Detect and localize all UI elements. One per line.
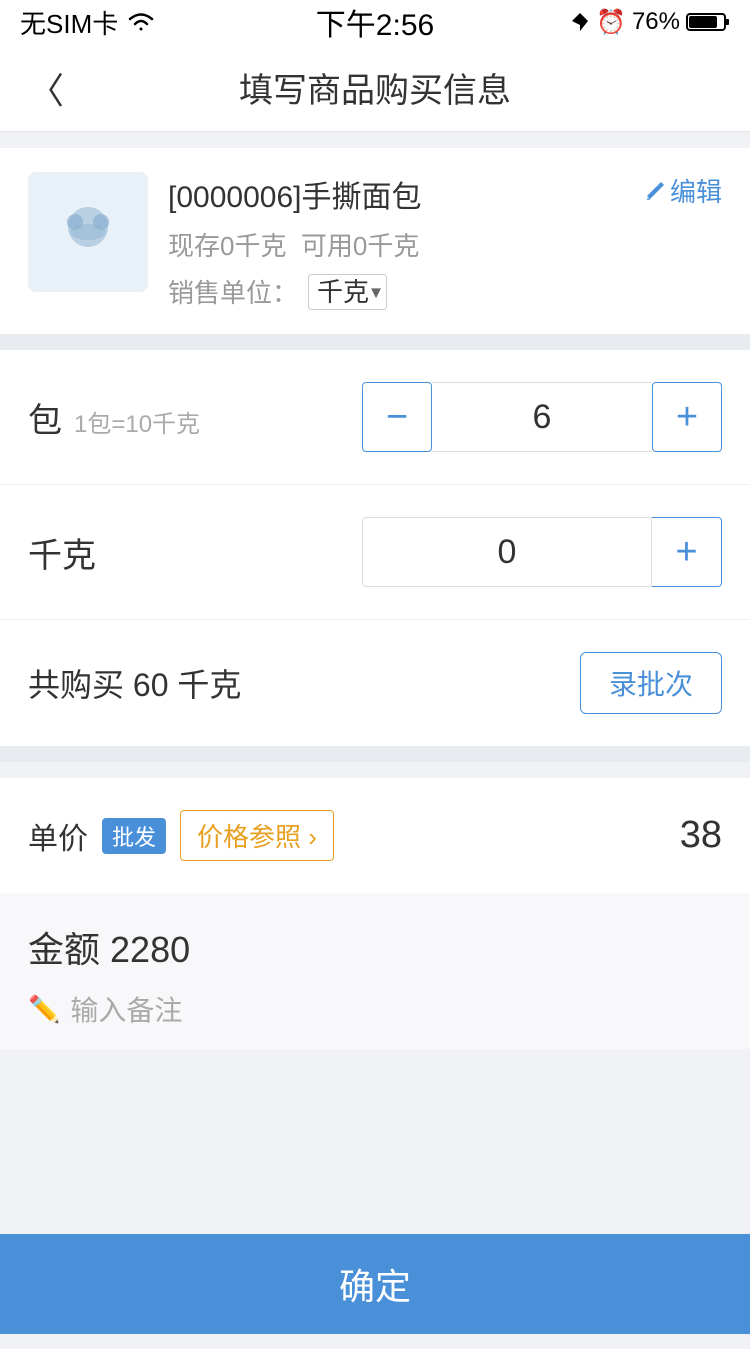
- kg-qty-input[interactable]: [362, 517, 652, 587]
- product-unit-row: 销售单位： 千克 包: [168, 273, 722, 310]
- status-time: 下午2:56: [316, 0, 434, 44]
- price-section: 单价 批发 价格参照 › 38: [0, 778, 750, 893]
- package-qty-input[interactable]: [432, 382, 652, 452]
- note-row[interactable]: ✏️ 输入备注: [28, 989, 722, 1029]
- product-stock: 现存0千克 可用0千克: [168, 226, 722, 263]
- amount-section: 金额 2280 ✏️ 输入备注: [0, 893, 750, 1049]
- kg-qty-controls: +: [362, 517, 722, 587]
- battery-icon: [686, 11, 730, 33]
- divider-1: [0, 334, 750, 350]
- package-qty-controls: − +: [362, 382, 722, 452]
- product-thumbnail: [28, 172, 148, 292]
- price-value: 38: [680, 814, 722, 857]
- package-label: 包 1包=10千克: [28, 393, 200, 442]
- kg-label: 千克: [28, 528, 96, 577]
- package-qty-section: 包 1包=10千克 − +: [0, 350, 750, 484]
- product-card: [0000006]手撕面包 现存0千克 可用0千克 销售单位： 千克 包 编辑: [0, 148, 750, 334]
- confirm-bar[interactable]: 确定: [0, 1234, 750, 1334]
- status-carrier: 无SIM卡: [20, 4, 156, 41]
- package-minus-button[interactable]: −: [362, 382, 432, 452]
- status-bar: 无SIM卡 下午2:56 ⏰ 76%: [0, 0, 750, 44]
- price-left: 单价 批发 价格参照 ›: [28, 810, 334, 861]
- package-plus-button[interactable]: +: [652, 382, 722, 452]
- nav-bar: 〈 填写商品购买信息: [0, 44, 750, 132]
- unit-select[interactable]: 千克 包: [308, 274, 387, 310]
- kg-qty-section: 千克 +: [0, 485, 750, 619]
- page-title: 填写商品购买信息: [239, 63, 511, 112]
- location-icon: [570, 11, 590, 33]
- carrier-text: 无SIM卡: [20, 4, 118, 41]
- product-info: [0000006]手撕面包 现存0千克 可用0千克 销售单位： 千克 包: [168, 172, 722, 310]
- pencil-icon: ✏️: [28, 994, 60, 1025]
- total-text: 共购买 60 千克: [28, 660, 241, 706]
- total-section: 共购买 60 千克 录批次: [0, 619, 750, 746]
- edit-icon: [644, 180, 666, 202]
- amount-row: 金额 2280: [28, 921, 722, 973]
- divider-3: [0, 746, 750, 762]
- note-placeholder[interactable]: 输入备注: [70, 989, 182, 1029]
- price-ref-button[interactable]: 价格参照 ›: [180, 810, 334, 861]
- batch-tag: 批发: [102, 818, 166, 854]
- alarm-icon: ⏰: [596, 8, 626, 37]
- product-name: [0000006]手撕面包: [168, 172, 722, 216]
- unit-select-wrap[interactable]: 千克 包: [308, 274, 387, 310]
- batch-button[interactable]: 录批次: [580, 652, 722, 714]
- status-right: ⏰ 76%: [570, 8, 730, 37]
- kg-plus-button[interactable]: +: [652, 517, 722, 587]
- edit-button[interactable]: 编辑: [644, 172, 722, 209]
- back-button[interactable]: 〈: [28, 62, 64, 114]
- battery-text: 76%: [632, 8, 680, 36]
- confirm-button[interactable]: 确定: [339, 1258, 411, 1310]
- wifi-icon: [126, 11, 156, 33]
